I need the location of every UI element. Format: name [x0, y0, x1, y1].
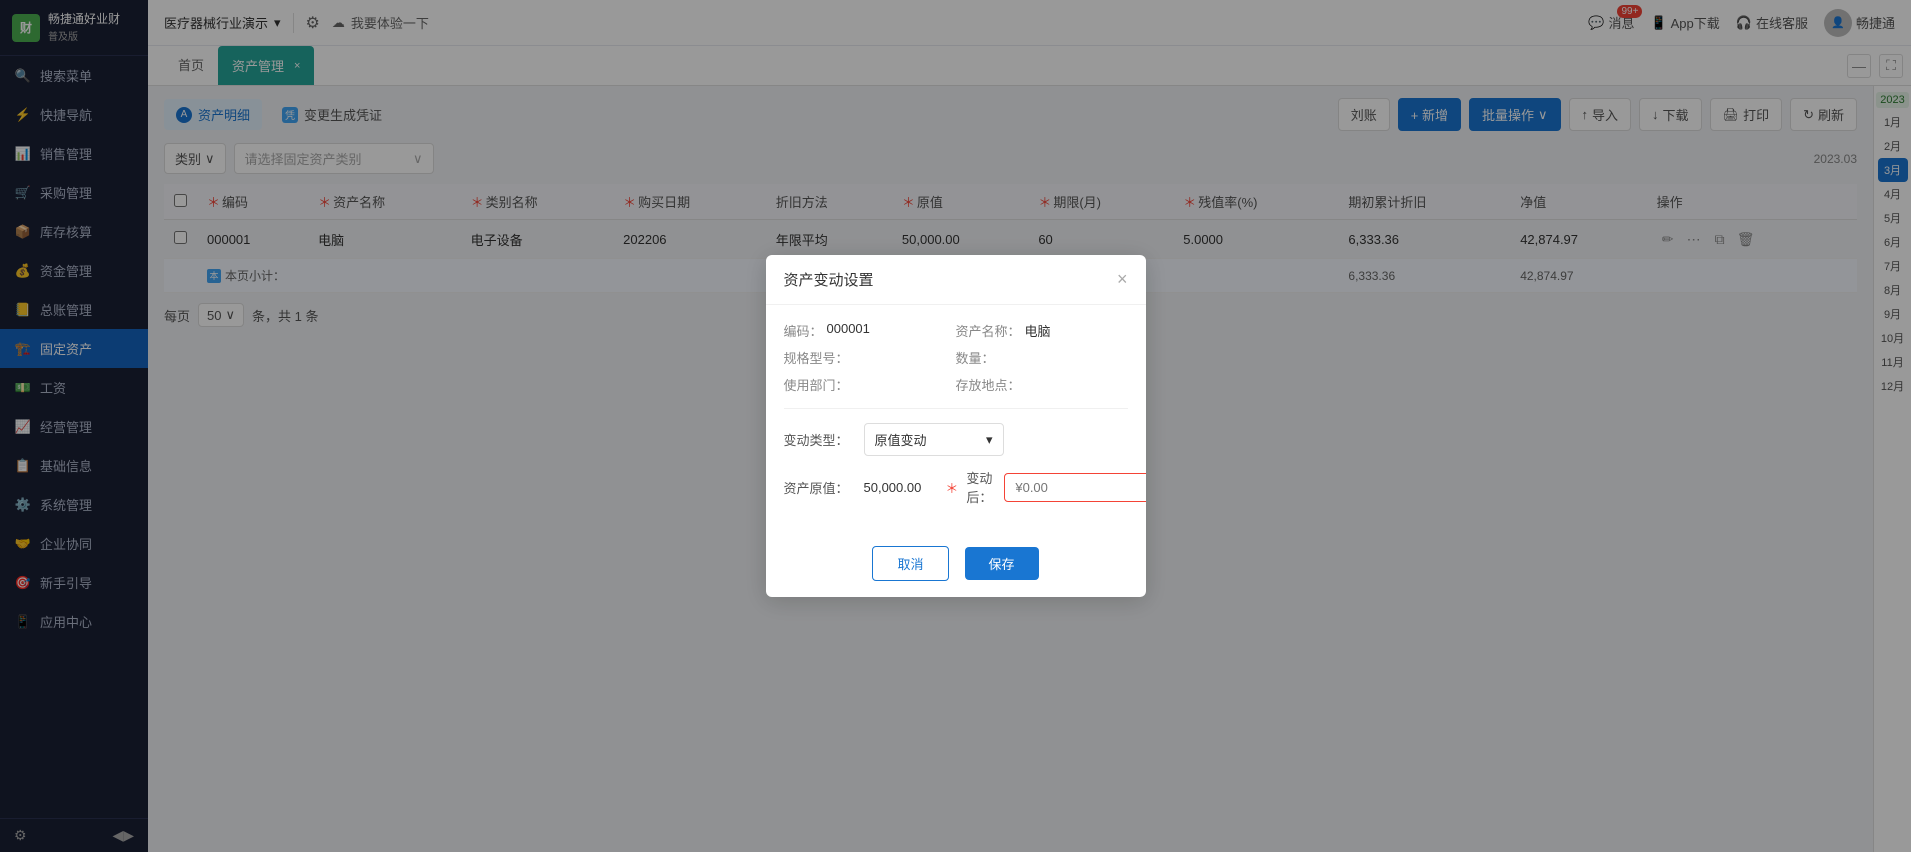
modal-change-type-arrow: ▾	[986, 432, 993, 448]
modal-department-field: 使用部门：	[784, 375, 956, 394]
modal-close-btn[interactable]: ×	[1117, 269, 1128, 290]
modal-footer: 取消 保存	[766, 534, 1146, 597]
modal-original-value-row: 资产原值： 50,000.00 ＊ 变动后：	[784, 468, 1128, 506]
modal-change-type-row: 变动类型： 原值变动 ▾	[784, 423, 1128, 456]
modal-code-value: 000001	[827, 321, 870, 340]
save-btn-label: 保存	[989, 557, 1015, 572]
modal-code-label: 编码：	[784, 321, 823, 340]
modal-body: 编码： 000001 资产名称： 电脑 规格型号： 数量： 使用部门：	[766, 305, 1146, 534]
modal-asset-name-field: 资产名称： 电脑	[956, 321, 1128, 340]
modal-after-change-input[interactable]	[1004, 473, 1145, 502]
asset-change-modal: 资产变动设置 × 编码： 000001 资产名称： 电脑 规格型号： 数量：	[766, 255, 1146, 597]
modal-storage-field: 存放地点：	[956, 375, 1128, 394]
modal-asset-name-value: 电脑	[1025, 321, 1051, 340]
modal-asset-name-label: 资产名称：	[956, 321, 1021, 340]
modal-code-field: 编码： 000001	[784, 321, 956, 340]
modal-original-value-label: 资产原值：	[784, 478, 856, 497]
modal-required-mark: ＊	[945, 478, 958, 497]
modal-title: 资产变动设置	[784, 269, 874, 290]
modal-change-type-label: 变动类型：	[784, 430, 856, 449]
modal-quantity-field: 数量：	[956, 348, 1128, 367]
modal-quantity-label: 数量：	[956, 348, 995, 367]
modal-overlay: 资产变动设置 × 编码： 000001 资产名称： 电脑 规格型号： 数量：	[0, 0, 1911, 852]
cancel-btn-label: 取消	[897, 557, 923, 572]
modal-info-grid: 编码： 000001 资产名称： 电脑 规格型号： 数量： 使用部门：	[784, 321, 1128, 409]
modal-change-type-select[interactable]: 原值变动 ▾	[864, 423, 1004, 456]
cancel-button[interactable]: 取消	[872, 546, 948, 581]
modal-header: 资产变动设置 ×	[766, 255, 1146, 305]
modal-spec-label: 规格型号：	[784, 348, 849, 367]
modal-after-change-label: 变动后：	[966, 468, 992, 506]
modal-department-label: 使用部门：	[784, 375, 849, 394]
modal-original-value-value: 50,000.00	[864, 480, 922, 495]
modal-change-type-value: 原值变动	[875, 430, 927, 449]
modal-spec-field: 规格型号：	[784, 348, 956, 367]
save-button[interactable]: 保存	[965, 547, 1039, 580]
modal-storage-label: 存放地点：	[956, 375, 1021, 394]
